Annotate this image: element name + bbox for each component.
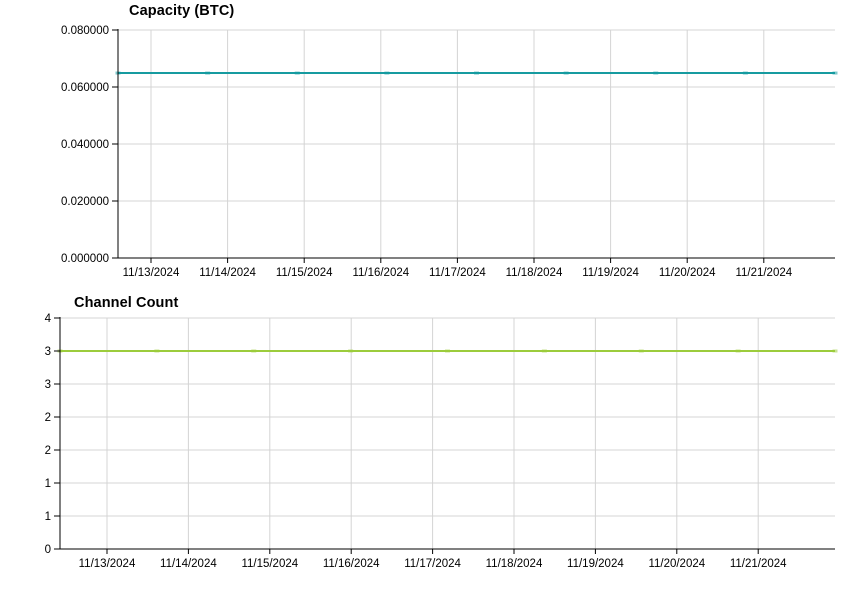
- channel-count-chart-plot: 4 3 3 2 2 1 1 0 11/13/2024 11/14/2024 11/15/2024 11…: [45, 313, 838, 570]
- y-axis-tick-label: 2: [45, 412, 51, 424]
- y-axis-tick-label: 0.020000: [61, 196, 109, 208]
- y-axis-tick-label: 0.080000: [61, 25, 109, 37]
- y-axis-tick-label: 0.000000: [61, 253, 109, 265]
- x-axis-date-label: 11/18/2024: [486, 558, 543, 570]
- x-axis-date-label: 11/14/2024: [199, 267, 256, 279]
- y-axis-tick-label: 0.040000: [61, 139, 109, 151]
- x-axis-date-label: 11/20/2024: [659, 267, 716, 279]
- x-axis-date-label: 11/21/2024: [730, 558, 787, 570]
- x-axis-date-label: 11/21/2024: [735, 267, 792, 279]
- x-axis-date-label: 11/15/2024: [276, 267, 333, 279]
- y-axis-tick-label: 2: [45, 445, 51, 457]
- x-axis-date-label: 11/14/2024: [160, 558, 217, 570]
- y-axis-tick-label: 0.060000: [61, 82, 109, 94]
- x-axis-date-label: 11/20/2024: [648, 558, 705, 570]
- x-axis-date-label: 11/19/2024: [582, 267, 639, 279]
- y-axis-tick-label: 0: [45, 544, 51, 556]
- y-axis-tick-label: 1: [45, 478, 51, 490]
- x-axis-date-label: 11/17/2024: [429, 267, 486, 279]
- y-axis-tick-label: 3: [45, 346, 51, 358]
- y-axis-tick-label: 3: [45, 379, 51, 391]
- x-axis-date-label: 11/19/2024: [567, 558, 624, 570]
- y-axis-tick-label: 1: [45, 511, 51, 523]
- x-axis-date-label: 11/16/2024: [323, 558, 380, 570]
- x-axis-date-label: 11/17/2024: [404, 558, 461, 570]
- x-axis-date-label: 11/16/2024: [352, 267, 409, 279]
- x-axis-date-label: 11/13/2024: [79, 558, 136, 570]
- y-axis-tick-label: 4: [45, 313, 52, 325]
- x-axis-date-label: 11/15/2024: [241, 558, 298, 570]
- capacity-chart-plot: 0.080000 0.060000 0.040000 0.020000 0.000000…: [61, 25, 838, 279]
- x-axis-date-label: 11/18/2024: [506, 267, 563, 279]
- x-axis-date-label: 11/13/2024: [123, 267, 180, 279]
